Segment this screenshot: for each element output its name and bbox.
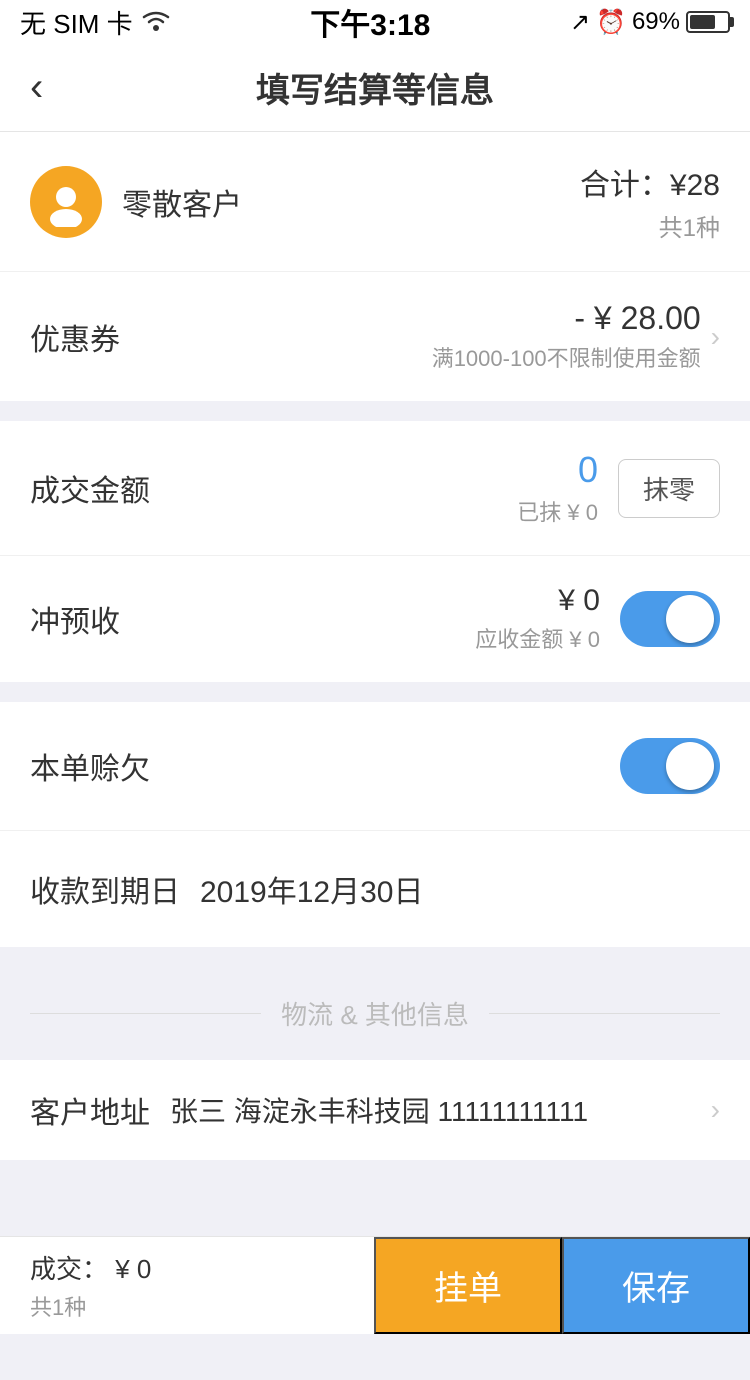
- save-button[interactable]: 保存: [562, 1237, 750, 1334]
- transaction-label: 成交金额: [30, 466, 150, 510]
- location-icon: ↗: [570, 8, 590, 37]
- transaction-amount-input[interactable]: 0: [538, 449, 598, 491]
- customer-row: 零散客户 合计：¥28 共1种: [0, 132, 750, 271]
- debt-row: 本单赊欠: [0, 702, 750, 830]
- coupon-row[interactable]: 优惠券 - ¥ 28.00 满1000-100不限制使用金额 ›: [0, 271, 750, 401]
- prepayment-main: ¥ 0: [475, 584, 600, 618]
- address-section: 客户地址 张三 海淀永丰科技园 11111111111 ›: [0, 1060, 750, 1160]
- alarm-icon: ⏰: [596, 8, 626, 37]
- battery-icon: [686, 11, 730, 33]
- toggle-knob: [666, 595, 714, 643]
- debt-toggle-knob: [666, 742, 714, 790]
- customer-left: 零散客户: [30, 166, 242, 238]
- coupon-label: 优惠券: [30, 315, 120, 359]
- logistics-label: 物流 & 其他信息: [281, 995, 469, 1032]
- status-bar: 无 SIM 卡 下午3:18 ↗ ⏰ 69%: [0, 0, 750, 44]
- transaction-col: 0 已抹 ¥ 0: [517, 449, 598, 527]
- coupon-desc: 满1000-100不限制使用金额: [432, 341, 701, 373]
- customer-total: 合计：¥28: [580, 160, 720, 204]
- back-button[interactable]: ‹: [30, 65, 43, 110]
- status-time: 下午3:18: [310, 0, 430, 44]
- prepayment-row: 冲预收 ¥ 0 应收金额 ¥ 0: [0, 556, 750, 682]
- status-left: 无 SIM 卡: [20, 4, 171, 41]
- round-button[interactable]: 抹零: [618, 459, 720, 518]
- address-chevron-icon: ›: [711, 1094, 720, 1126]
- logistics-divider: 物流 & 其他信息: [0, 967, 750, 1060]
- prepayment-label: 冲预收: [30, 597, 120, 641]
- bottom-bar: 成交： ¥ 0 共1种 挂单 保存: [0, 1236, 750, 1334]
- divider-line-right: [489, 1013, 720, 1014]
- customer-name: 零散客户: [122, 180, 242, 224]
- customer-count: 共1种: [580, 208, 720, 243]
- customer-section: 零散客户 合计：¥28 共1种 优惠券 - ¥ 28.00 满1000-100不…: [0, 132, 750, 401]
- due-date-label: 收款到期日: [30, 867, 180, 911]
- bottom-deal-value: ¥ 0: [115, 1254, 151, 1284]
- customer-avatar: [30, 166, 102, 238]
- page-title: 填写结算等信息: [256, 63, 494, 112]
- prepayment-sub: 应收金额 ¥ 0: [475, 622, 600, 654]
- address-row[interactable]: 客户地址 张三 海淀永丰科技园 11111111111 ›: [0, 1060, 750, 1160]
- bottom-info: 成交： ¥ 0 共1种: [0, 1237, 374, 1334]
- divider-line-left: [30, 1013, 261, 1014]
- prepayment-amounts: ¥ 0 应收金额 ¥ 0: [475, 584, 600, 654]
- battery-text: 69%: [632, 8, 680, 36]
- coupon-right: - ¥ 28.00 满1000-100不限制使用金额: [432, 300, 701, 373]
- content: 零散客户 合计：¥28 共1种 优惠券 - ¥ 28.00 满1000-100不…: [0, 132, 750, 1380]
- prepayment-right: ¥ 0 应收金额 ¥ 0: [475, 584, 720, 654]
- transaction-section: 成交金额 0 已抹 ¥ 0 抹零 冲预收 ¥ 0 应收金额 ¥ 0: [0, 421, 750, 682]
- transaction-row: 成交金额 0 已抹 ¥ 0 抹零: [0, 421, 750, 556]
- no-sim-text: 无 SIM 卡: [20, 4, 133, 41]
- debt-toggle[interactable]: [620, 738, 720, 794]
- bottom-deal: 成交： ¥ 0: [30, 1249, 344, 1286]
- transaction-right: 0 已抹 ¥ 0 抹零: [517, 449, 720, 527]
- customer-right: 合计：¥28 共1种: [580, 160, 720, 243]
- address-value: 张三 海淀永丰科技园 11111111111: [170, 1090, 701, 1130]
- wifi-icon: [141, 7, 171, 38]
- debt-label: 本单赊欠: [30, 744, 150, 788]
- due-date-row: 收款到期日 2019年12月30日: [0, 830, 750, 947]
- transaction-sub: 已抹 ¥ 0: [517, 495, 598, 527]
- address-label: 客户地址: [30, 1088, 150, 1132]
- status-right: ↗ ⏰ 69%: [570, 8, 730, 37]
- hold-button[interactable]: 挂单: [374, 1237, 562, 1334]
- due-date-value: 2019年12月30日: [200, 867, 423, 911]
- coupon-chevron-icon: ›: [711, 321, 720, 353]
- bottom-deal-label: 成交：: [30, 1254, 108, 1284]
- prepayment-toggle[interactable]: [620, 591, 720, 647]
- coupon-amount: - ¥ 28.00: [432, 300, 701, 337]
- nav-bar: ‹ 填写结算等信息: [0, 44, 750, 132]
- bottom-count: 共1种: [30, 1290, 344, 1322]
- debt-section: 本单赊欠 收款到期日 2019年12月30日: [0, 702, 750, 947]
